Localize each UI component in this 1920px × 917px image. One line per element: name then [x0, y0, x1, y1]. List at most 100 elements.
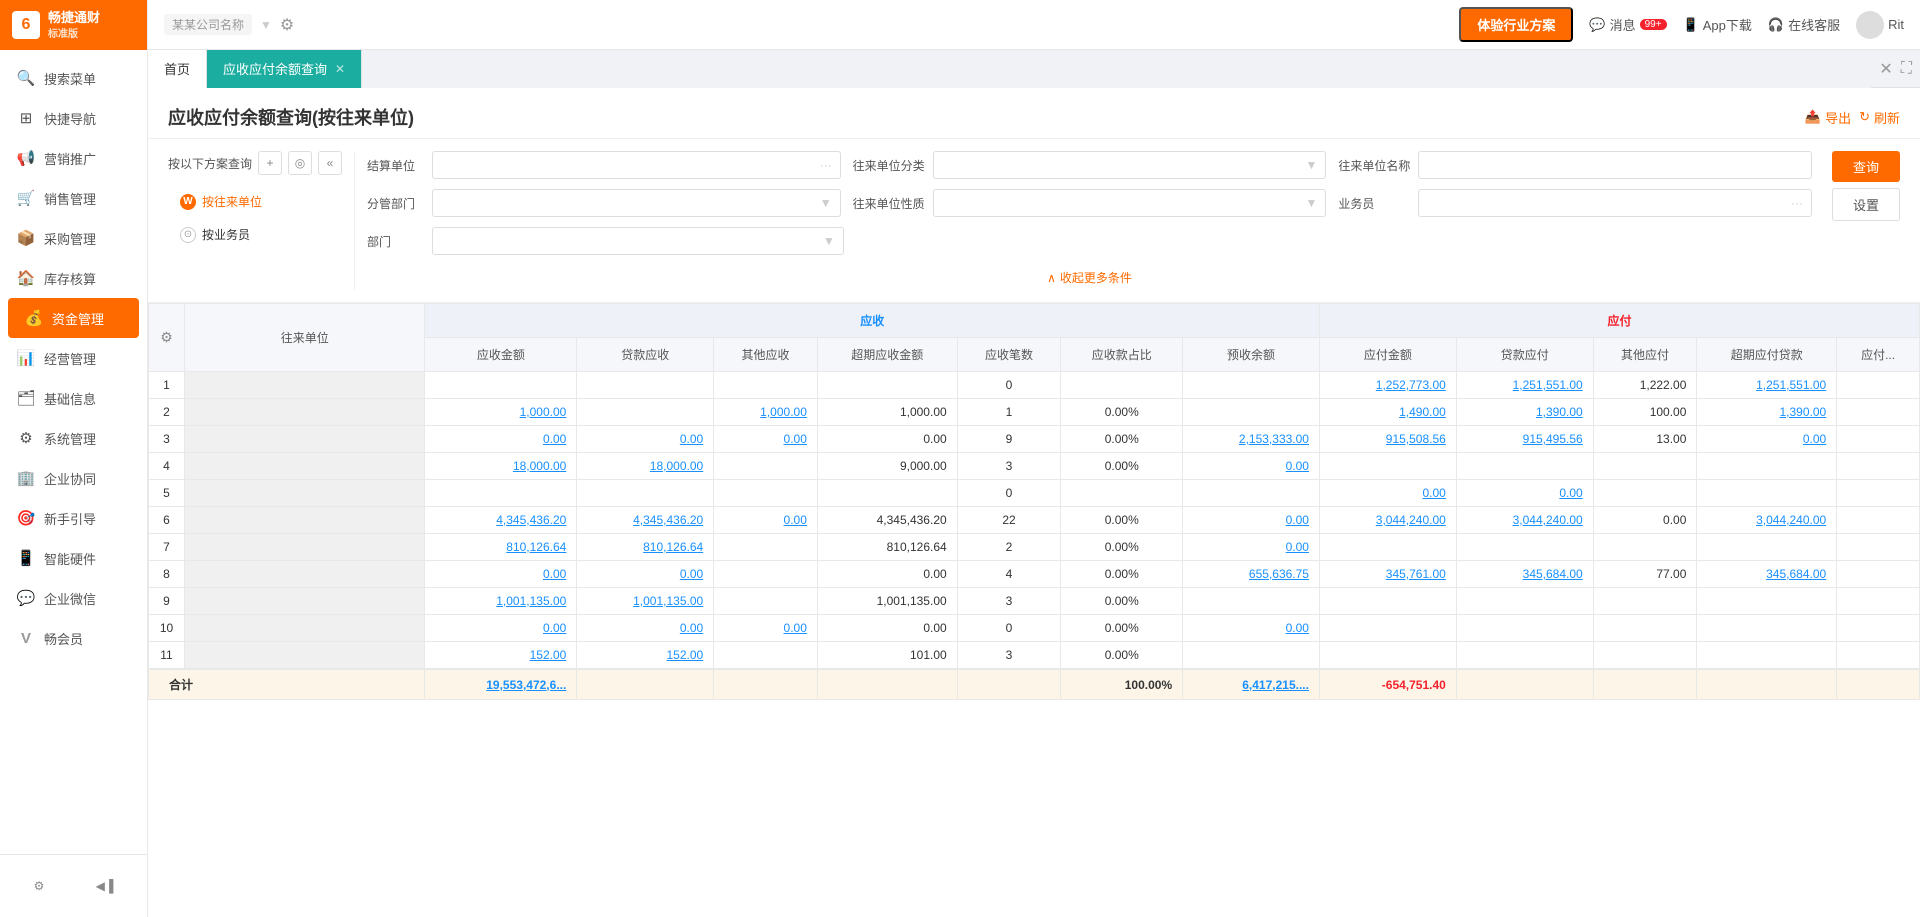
- filter-target-icon[interactable]: ◎: [288, 151, 312, 175]
- total-ap-overdue: [1697, 669, 1837, 700]
- row-ap-loan[interactable]: 1,390.00: [1456, 399, 1593, 426]
- row-ar-prepaid[interactable]: 0.00: [1183, 534, 1320, 561]
- user-avatar[interactable]: Rit: [1856, 11, 1904, 39]
- row-ap-amount[interactable]: 0.00: [1319, 480, 1456, 507]
- scheme-by-unit[interactable]: W 按往来单位: [168, 185, 342, 218]
- sidebar-label-collab: 企业协同: [44, 469, 96, 488]
- row-ar-loan[interactable]: 1,001,135.00: [577, 588, 714, 615]
- tab-close-window-icon[interactable]: ✕: [1879, 59, 1892, 79]
- row-ar-loan[interactable]: 810,126.64: [577, 534, 714, 561]
- row-ar-prepaid[interactable]: 0.00: [1183, 615, 1320, 642]
- filter-dept-input[interactable]: ▼: [432, 189, 841, 217]
- row-ar-prepaid[interactable]: 2,153,333.00: [1183, 426, 1320, 453]
- sidebar-item-hardware[interactable]: 📱 智能硬件: [0, 538, 147, 578]
- filter-jiesuan-input[interactable]: ···: [432, 151, 841, 179]
- row-ar-prepaid[interactable]: 0.00: [1183, 453, 1320, 480]
- filter-collapse-icon[interactable]: «: [318, 151, 342, 175]
- row-ar-other[interactable]: 0.00: [714, 426, 818, 453]
- row-ar-loan[interactable]: 18,000.00: [577, 453, 714, 480]
- row-ap-loan[interactable]: 915,495.56: [1456, 426, 1593, 453]
- row-ar-amount[interactable]: 0.00: [425, 561, 577, 588]
- tab-expand-icon[interactable]: ⛶: [1901, 60, 1912, 78]
- row-ap-amount[interactable]: 1,252,773.00: [1319, 372, 1456, 399]
- sidebar-item-system[interactable]: ⚙ 系统管理: [0, 418, 147, 458]
- row-ar-loan[interactable]: 0.00: [577, 561, 714, 588]
- tab-home[interactable]: 首页: [148, 50, 207, 88]
- refresh-button[interactable]: ↻ 刷新: [1859, 108, 1900, 127]
- row-ap-overdue[interactable]: 345,684.00: [1697, 561, 1837, 588]
- sidebar-item-inventory[interactable]: 🏠 库存核算: [0, 258, 147, 298]
- row-ar-loan[interactable]: 0.00: [577, 615, 714, 642]
- sidebar-bottom-collapse[interactable]: ◀▐: [80, 871, 130, 901]
- row-ar-amount[interactable]: 1,000.00: [425, 399, 577, 426]
- table-row: 8 0.00 0.00 0.00 4 0.00% 655,636.75 345,…: [149, 561, 1920, 588]
- total-ar-amount[interactable]: 19,553,472,6...: [425, 669, 577, 700]
- sidebar-item-wechat[interactable]: 💬 企业微信: [0, 578, 147, 618]
- company-name[interactable]: 某某公司名称: [164, 14, 252, 35]
- filter-unit-nature-input[interactable]: ▼: [933, 189, 1327, 217]
- tab-ar-ap[interactable]: 应收应付余额查询 ✕: [207, 50, 362, 88]
- row-ar-amount: [425, 480, 577, 507]
- row-ar-prepaid[interactable]: 655,636.75: [1183, 561, 1320, 588]
- row-ar-amount[interactable]: 0.00: [425, 615, 577, 642]
- query-button[interactable]: 查询: [1832, 151, 1900, 182]
- row-ar-loan[interactable]: 0.00: [577, 426, 714, 453]
- row-ar-amount[interactable]: 18,000.00: [425, 453, 577, 480]
- sidebar-item-purchase[interactable]: 📦 采购管理: [0, 218, 147, 258]
- sidebar-item-search[interactable]: 🔍 搜索菜单: [0, 58, 147, 98]
- row-ar-loan[interactable]: 152.00: [577, 642, 714, 670]
- row-ap-amount[interactable]: 1,490.00: [1319, 399, 1456, 426]
- sidebar-item-sales[interactable]: 🛒 销售管理: [0, 178, 147, 218]
- sidebar-item-vip[interactable]: V 畅会员: [0, 618, 147, 658]
- export-button[interactable]: 📤 导出: [1805, 108, 1851, 127]
- row-ap-overdue[interactable]: 3,044,240.00: [1697, 507, 1837, 534]
- th-unit: 往来单位: [185, 304, 425, 372]
- message-button[interactable]: 💬 消息 99+: [1589, 15, 1666, 34]
- row-ap-loan[interactable]: 1,251,551.00: [1456, 372, 1593, 399]
- sidebar-item-marketing[interactable]: 📢 营销推广: [0, 138, 147, 178]
- row-ar-amount[interactable]: 1,001,135.00: [425, 588, 577, 615]
- row-ap-overdue[interactable]: 1,251,551.00: [1697, 372, 1837, 399]
- filter-unit-class-input[interactable]: ▼: [933, 151, 1327, 179]
- sidebar-item-basic[interactable]: 🗂 基础信息: [0, 378, 147, 418]
- filter-salesperson-input[interactable]: ···: [1418, 189, 1812, 217]
- row-ar-other[interactable]: 1,000.00: [714, 399, 818, 426]
- sidebar-item-guide[interactable]: 🎯 新手引导: [0, 498, 147, 538]
- sidebar-item-collab[interactable]: 🏢 企业协同: [0, 458, 147, 498]
- row-ap-loan[interactable]: 3,044,240.00: [1456, 507, 1593, 534]
- row-ap-loan[interactable]: 345,684.00: [1456, 561, 1593, 588]
- total-ar-prepaid[interactable]: 6,417,215....: [1183, 669, 1320, 700]
- row-ar-count: 3: [957, 453, 1061, 480]
- row-ar-prepaid[interactable]: 0.00: [1183, 507, 1320, 534]
- row-ar-loan[interactable]: 4,345,436.20: [577, 507, 714, 534]
- row-ap-overdue[interactable]: 1,390.00: [1697, 399, 1837, 426]
- scheme-by-person[interactable]: ⊙ 按业务员: [168, 218, 342, 251]
- row-ar-amount[interactable]: 4,345,436.20: [425, 507, 577, 534]
- row-ar-other[interactable]: 0.00: [714, 507, 818, 534]
- filter-department-input[interactable]: ▼: [432, 227, 844, 255]
- settings-button[interactable]: 设置: [1832, 188, 1900, 221]
- row-ap-amount[interactable]: 915,508.56: [1319, 426, 1456, 453]
- header-settings-icon[interactable]: ⚙: [280, 15, 294, 35]
- table-config-icon[interactable]: ⚙: [160, 329, 173, 345]
- row-ap-loan[interactable]: 0.00: [1456, 480, 1593, 507]
- promo-button[interactable]: 体验行业方案: [1459, 7, 1573, 42]
- filter-unit-name-input[interactable]: [1418, 151, 1812, 179]
- row-ap-overdue[interactable]: 0.00: [1697, 426, 1837, 453]
- sidebar-item-finance[interactable]: 💰 资金管理: [8, 298, 139, 338]
- filter-add-icon[interactable]: +: [258, 151, 282, 175]
- sidebar-bottom-settings[interactable]: ⚙: [18, 871, 61, 901]
- row-ar-amount[interactable]: 810,126.64: [425, 534, 577, 561]
- row-ar-amount[interactable]: 0.00: [425, 426, 577, 453]
- filter-jiesuan-label: 结算单位: [367, 157, 432, 174]
- online-service-button[interactable]: 🎧 在线客服: [1768, 15, 1840, 34]
- row-ap-amount[interactable]: 345,761.00: [1319, 561, 1456, 588]
- sidebar-item-quick[interactable]: ⊞ 快捷导航: [0, 98, 147, 138]
- sidebar-item-operation[interactable]: 📊 经营管理: [0, 338, 147, 378]
- row-ar-amount[interactable]: 152.00: [425, 642, 577, 670]
- row-ap-amount[interactable]: 3,044,240.00: [1319, 507, 1456, 534]
- row-ar-other[interactable]: 0.00: [714, 615, 818, 642]
- app-download-button[interactable]: 📱 App下载: [1683, 15, 1752, 34]
- collapse-more-button[interactable]: ∧ 收起更多条件: [367, 265, 1812, 290]
- tab-close-icon[interactable]: ✕: [335, 62, 345, 76]
